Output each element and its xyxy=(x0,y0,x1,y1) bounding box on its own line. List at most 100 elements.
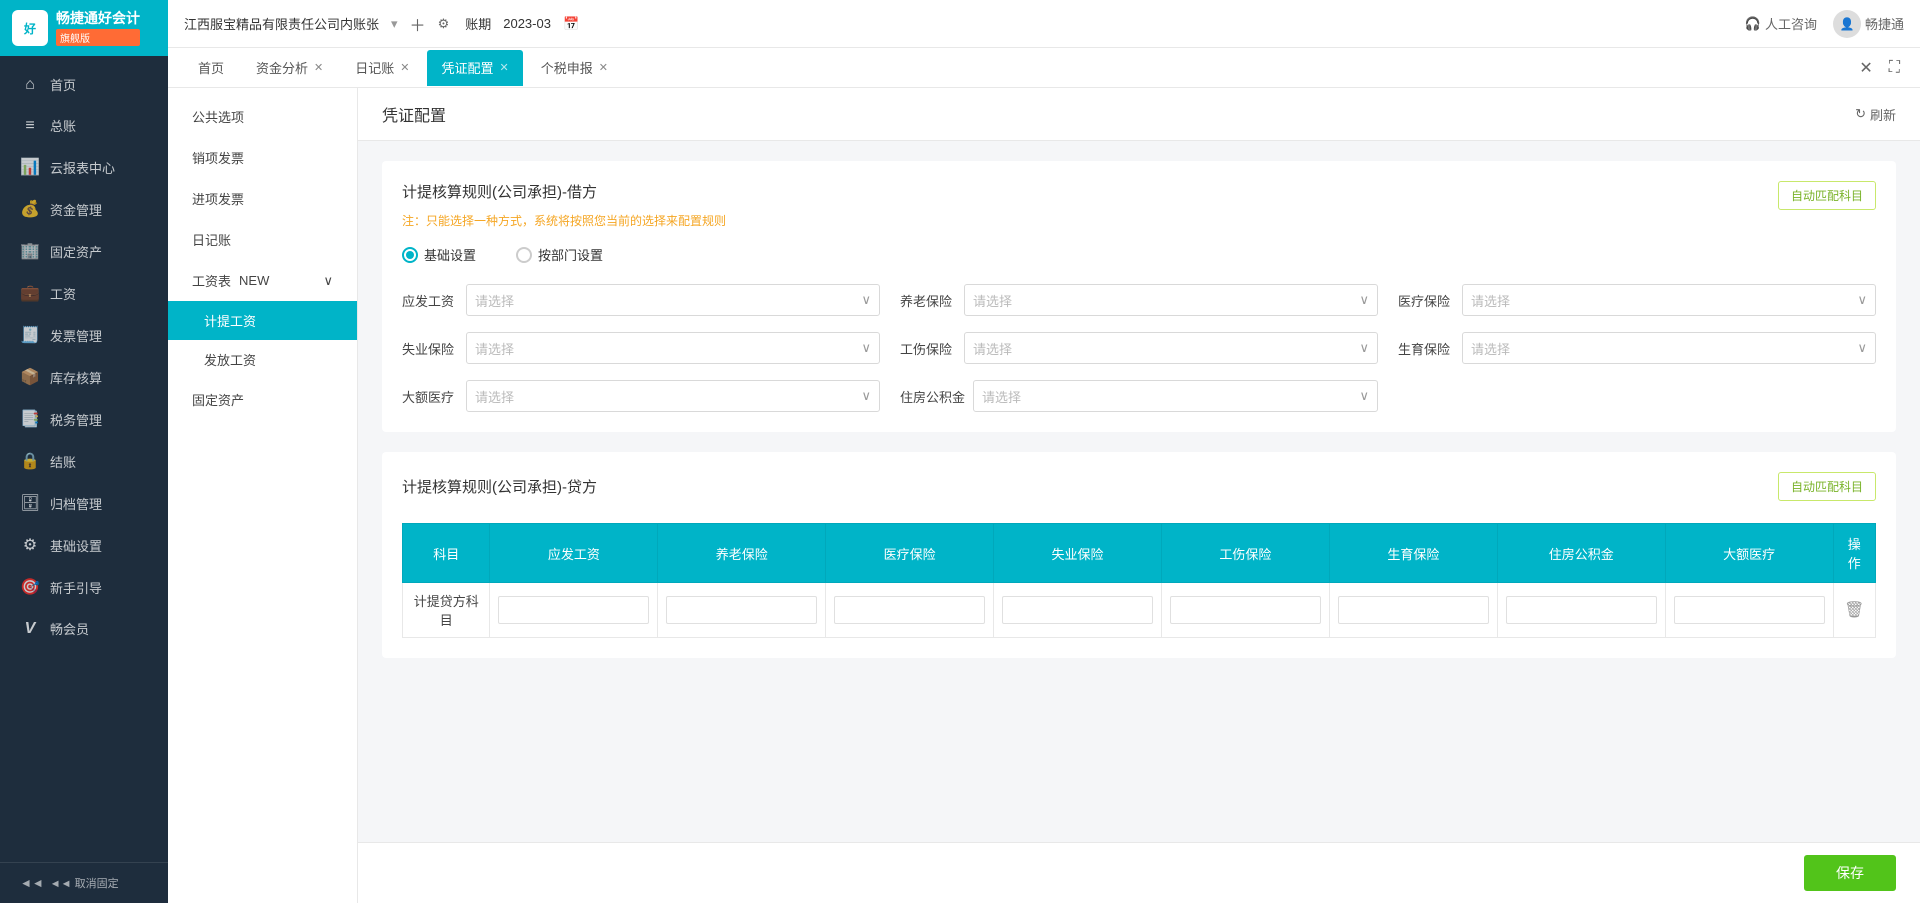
sidebar-item-close[interactable]: 🔒 结账 xyxy=(0,440,168,482)
save-btn[interactable]: 保存 xyxy=(1804,855,1896,891)
sidebar-item-invoices[interactable]: 🧾 发票管理 xyxy=(0,314,168,356)
tab-journal[interactable]: 日记账 ✕ xyxy=(341,50,423,86)
tab-voucher-close[interactable]: ✕ xyxy=(500,61,509,74)
radio-dept-circle xyxy=(516,247,532,263)
assets-icon: 🏢 xyxy=(20,241,40,261)
nav-item-fixed-assets[interactable]: 固定资产 xyxy=(168,379,357,420)
sidebar-collapse-btn[interactable]: ◄◄ ◄◄ 取消固定 xyxy=(0,862,168,903)
tab-tax[interactable]: 个税申报 ✕ xyxy=(527,50,622,86)
sidebar-item-guide[interactable]: 🎯 新手引导 xyxy=(0,566,168,608)
row-wages-input[interactable] xyxy=(498,596,649,624)
wages-arrow-icon: ∨ xyxy=(861,292,871,308)
nav-item-sales[interactable]: 销项发票 xyxy=(168,137,357,178)
sidebar-item-archive[interactable]: 🗄 归档管理 xyxy=(0,482,168,524)
sidebar-item-reports[interactable]: 📊 云报表中心 xyxy=(0,146,168,188)
settings-gear-icon[interactable]: ⚙ xyxy=(438,16,450,32)
unemployment-arrow-icon: ∨ xyxy=(861,340,871,356)
sidebar-item-ledger[interactable]: ≡ 总账 xyxy=(0,105,168,146)
tab-voucher[interactable]: 凭证配置 ✕ xyxy=(427,50,522,86)
sidebar-item-home[interactable]: ⌂ 首页 xyxy=(0,64,168,105)
refresh-btn[interactable]: ↻ 刷新 xyxy=(1855,105,1896,124)
pension-label: 养老保险 xyxy=(900,291,956,310)
nav-item-advance-salary[interactable]: 计提工资 xyxy=(168,301,357,340)
row-housing-input[interactable] xyxy=(1506,596,1657,624)
sidebar-item-settings[interactable]: ⚙ 基础设置 xyxy=(0,524,168,566)
company-dropdown-icon[interactable]: ▾ xyxy=(391,16,398,32)
wages-select[interactable]: 请选择 ∨ xyxy=(466,284,880,316)
sidebar-item-funds[interactable]: 💰 资金管理 xyxy=(0,188,168,230)
tab-home[interactable]: 首页 xyxy=(184,50,238,86)
maternity-select[interactable]: 请选择 ∨ xyxy=(1462,332,1876,364)
fullscreen-btn[interactable]: ⛶ xyxy=(1885,54,1904,82)
sidebar-item-label: 固定资产 xyxy=(50,242,102,261)
col-injury: 工伤保险 xyxy=(1161,524,1329,583)
sidebar-item-salary[interactable]: 💼 工资 xyxy=(0,272,168,314)
debit-auto-match-btn[interactable]: 自动匹配科目 xyxy=(1778,181,1876,210)
nav-item-purchase[interactable]: 进项发票 xyxy=(168,178,357,219)
tab-journal-label: 日记账 xyxy=(355,58,394,77)
calendar-icon[interactable]: 📅 xyxy=(563,16,579,32)
nav-item-salary-table[interactable]: 工资表 NEW ∨ xyxy=(168,260,357,301)
row-injury-input-cell xyxy=(1161,583,1329,638)
row-delete-btn[interactable]: 🗑 xyxy=(1844,600,1864,620)
medical-select[interactable]: 请选择 ∨ xyxy=(1462,284,1876,316)
headset-icon: 🎧 xyxy=(1745,16,1761,32)
sidebar-item-assets[interactable]: 🏢 固定资产 xyxy=(0,230,168,272)
sidebar-item-label: 归档管理 xyxy=(50,494,102,513)
row-medical-input[interactable] xyxy=(834,596,985,624)
form-item-large-medical: 大额医疗 请选择 ∨ xyxy=(402,380,880,412)
sidebar-item-member[interactable]: V 畅会员 xyxy=(0,608,168,649)
nav-item-pay-salary[interactable]: 发放工资 xyxy=(168,340,357,379)
sidebar-item-label: 首页 xyxy=(50,75,76,94)
sidebar-item-label: 结账 xyxy=(50,452,76,471)
row-injury-input[interactable] xyxy=(1170,596,1321,624)
large-medical-select[interactable]: 请选择 ∨ xyxy=(466,380,880,412)
col-housing: 住房公积金 xyxy=(1497,524,1665,583)
logo-icon: 好 xyxy=(12,10,48,46)
row-medical-input-cell xyxy=(826,583,994,638)
unemployment-select[interactable]: 请选择 ∨ xyxy=(466,332,880,364)
row-pension-input[interactable] xyxy=(666,596,817,624)
row-unemployment-input[interactable] xyxy=(1002,596,1153,624)
housing-select[interactable]: 请选择 ∨ xyxy=(973,380,1378,412)
pension-arrow-icon: ∨ xyxy=(1359,292,1369,308)
row-large-medical-input[interactable] xyxy=(1674,596,1825,624)
sidebar-item-label: 库存核算 xyxy=(50,368,102,387)
sidebar-item-label: 云报表中心 xyxy=(50,158,115,177)
tab-funds-close[interactable]: ✕ xyxy=(314,61,323,74)
nav-item-public[interactable]: 公共选项 xyxy=(168,96,357,137)
avatar: 👤 xyxy=(1833,10,1861,38)
sidebar-item-tax[interactable]: 📑 税务管理 xyxy=(0,398,168,440)
tab-voucher-label: 凭证配置 xyxy=(441,58,493,77)
add-company-btn[interactable]: ＋ xyxy=(410,12,426,36)
row-maternity-input[interactable] xyxy=(1338,596,1489,624)
large-medical-label: 大额医疗 xyxy=(402,387,458,406)
tab-funds[interactable]: 资金分析 ✕ xyxy=(242,50,337,86)
tab-journal-close[interactable]: ✕ xyxy=(400,61,409,74)
tab-tax-close[interactable]: ✕ xyxy=(599,61,608,74)
radio-basic[interactable]: 基础设置 xyxy=(402,245,476,264)
credit-auto-match-btn[interactable]: 自动匹配科目 xyxy=(1778,472,1876,501)
pension-select[interactable]: 请选择 ∨ xyxy=(964,284,1378,316)
period-label: 账期 xyxy=(465,14,491,33)
maternity-arrow-icon: ∨ xyxy=(1857,340,1867,356)
nav-salary-table-label: 工资表 xyxy=(192,271,231,290)
row-pension-input-cell xyxy=(658,583,826,638)
col-medical: 医疗保险 xyxy=(826,524,994,583)
close-all-tabs-btn[interactable]: ✕ xyxy=(1855,54,1876,82)
injury-select[interactable]: 请选择 ∨ xyxy=(964,332,1378,364)
sidebar-item-inventory[interactable]: 📦 库存核算 xyxy=(0,356,168,398)
user-menu[interactable]: 👤 畅捷通 xyxy=(1833,10,1904,38)
content-body: 计提核算规则(公司承担)-借方 注：只能选择一种方式，系统将按照您当前的选择来配… xyxy=(358,141,1920,842)
page-nav: 公共选项 销项发票 进项发票 日记账 工资表 NEW ∨ 计提工资 xyxy=(168,88,358,903)
sidebar-logo: 好 畅捷通好会计 旗舰版 xyxy=(0,0,168,56)
radio-dept[interactable]: 按部门设置 xyxy=(516,245,603,264)
nav-journal-label: 日记账 xyxy=(192,230,231,249)
nav-item-journal[interactable]: 日记账 xyxy=(168,219,357,260)
large-medical-arrow-icon: ∨ xyxy=(861,388,871,404)
medical-arrow-icon: ∨ xyxy=(1857,292,1867,308)
consult-btn[interactable]: 🎧 人工咨询 xyxy=(1745,14,1817,33)
radio-dept-label: 按部门设置 xyxy=(538,245,603,264)
funds-icon: 💰 xyxy=(20,199,40,219)
nav-advance-salary-label: 计提工资 xyxy=(204,314,256,329)
